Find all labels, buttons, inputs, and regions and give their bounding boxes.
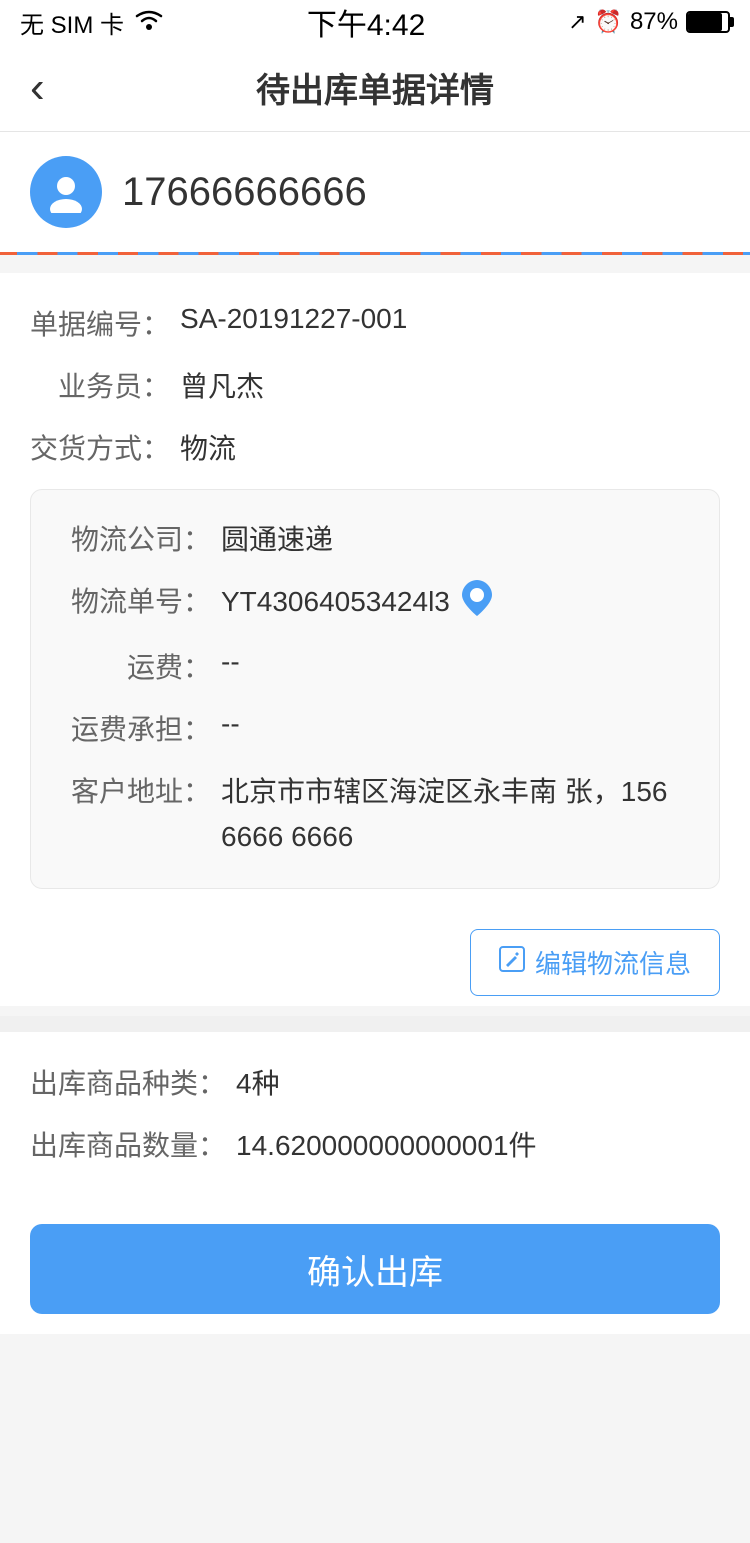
logistics-company-value: 圆通速递 (221, 518, 689, 558)
status-right: ↗ ⏰ 87% (568, 8, 730, 36)
logistics-tracking-value: YT43064053424l3 (221, 580, 689, 624)
time-label: 下午4:42 (307, 0, 425, 44)
carrier-label: 无 SIM 卡 (20, 5, 124, 40)
avatar (30, 156, 102, 228)
goods-types-value: 4种 (236, 1062, 280, 1102)
confirm-btn-container: 确认出库 (0, 1204, 750, 1334)
freight-label: 运费： (61, 646, 211, 686)
goods-types-row: 出库商品种类： 4种 (30, 1062, 720, 1102)
back-icon: ‹ (30, 63, 45, 113)
freight-bearer-label: 运费承担： (61, 708, 211, 748)
confirm-outbound-label: 确认出库 (307, 1245, 443, 1294)
person-icon (45, 171, 87, 213)
nav-bar: ‹ 待出库单据详情 (0, 44, 750, 132)
status-left: 无 SIM 卡 (20, 5, 164, 40)
goods-types-label: 出库商品种类： (30, 1062, 226, 1102)
doc-number-value: SA-20191227-001 (180, 303, 720, 335)
freight-bearer-value: -- (221, 708, 689, 740)
logistics-card: 物流公司： 圆通速递 物流单号： YT43064053424l3 运费： -- … (30, 489, 720, 889)
salesperson-value: 曾凡杰 (180, 365, 720, 405)
wifi-icon (134, 8, 164, 37)
page-title: 待出库单据详情 (256, 63, 494, 112)
delivery-value: 物流 (180, 427, 720, 467)
freight-bearer-row: 运费承担： -- (61, 708, 689, 748)
customer-header: 17666666666 (0, 132, 750, 255)
address-label: 客户地址： (61, 770, 211, 810)
goods-quantity-label: 出库商品数量： (30, 1124, 226, 1164)
address-value: 北京市市辖区海淀区永丰南 张，156 6666 6666 (221, 770, 689, 860)
logistics-tracking-label: 物流单号： (61, 580, 211, 620)
logistics-tracking-row: 物流单号： YT43064053424l3 (61, 580, 689, 624)
location-status-icon: ↗ (568, 9, 586, 35)
freight-row: 运费： -- (61, 646, 689, 686)
confirm-outbound-button[interactable]: 确认出库 (30, 1224, 720, 1314)
doc-number-label: 单据编号： (30, 303, 170, 343)
customer-phone: 17666666666 (122, 170, 367, 215)
alarm-icon: ⏰ (595, 9, 622, 35)
address-row: 客户地址： 北京市市辖区海淀区永丰南 张，156 6666 6666 (61, 770, 689, 860)
delivery-row: 交货方式： 物流 (30, 427, 720, 467)
freight-value: -- (221, 646, 689, 678)
goods-quantity-value: 14.620000000000001件 (236, 1124, 537, 1164)
document-info-section: 单据编号： SA-20191227-001 业务员： 曾凡杰 交货方式： 物流 … (0, 273, 750, 909)
delivery-label: 交货方式： (30, 427, 170, 467)
goods-quantity-row: 出库商品数量： 14.620000000000001件 (30, 1124, 720, 1164)
logistics-company-row: 物流公司： 圆通速递 (61, 518, 689, 558)
logistics-company-label: 物流公司： (61, 518, 211, 558)
goods-section: 出库商品种类： 4种 出库商品数量： 14.620000000000001件 (0, 1032, 750, 1206)
status-bar: 无 SIM 卡 下午4:42 ↗ ⏰ 87% (0, 0, 750, 44)
salesperson-row: 业务员： 曾凡杰 (30, 365, 720, 405)
salesperson-label: 业务员： (30, 365, 170, 405)
back-button[interactable]: ‹ (30, 63, 45, 113)
battery-icon (686, 11, 730, 33)
bottom-spacer (0, 1303, 750, 1543)
edit-logistics-label: 编辑物流信息 (535, 944, 691, 981)
edit-logistics-button[interactable]: 编辑物流信息 (470, 929, 720, 996)
section-divider (0, 1016, 750, 1032)
edit-btn-container: 编辑物流信息 (0, 909, 750, 1006)
edit-icon (499, 946, 525, 979)
battery-percent: 87% (630, 8, 678, 36)
map-pin-icon[interactable] (462, 580, 492, 624)
doc-number-row: 单据编号： SA-20191227-001 (30, 303, 720, 343)
